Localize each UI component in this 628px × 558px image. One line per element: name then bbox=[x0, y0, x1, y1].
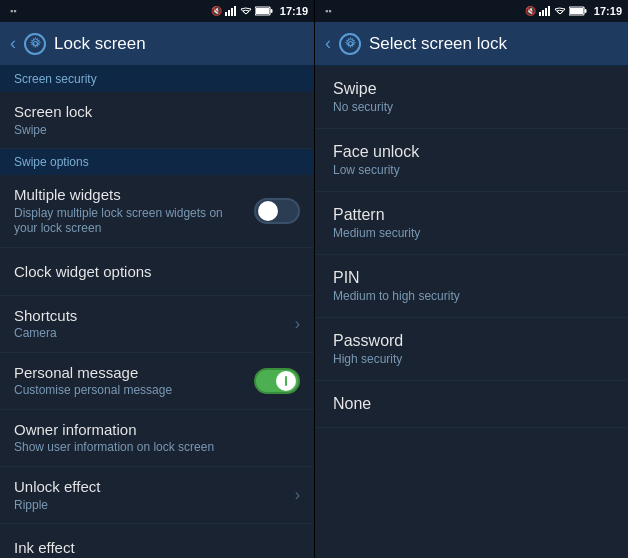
unlock-effect-title: Unlock effect bbox=[14, 477, 287, 497]
status-bar-right: ▪▪ 🔇 17:19 bbox=[315, 0, 628, 22]
svg-rect-6 bbox=[256, 8, 269, 14]
swipe-option[interactable]: Swipe No security bbox=[315, 66, 628, 129]
status-bar-left-icons: ▪▪ bbox=[6, 6, 211, 16]
clock-widget-item[interactable]: Clock widget options bbox=[0, 248, 314, 296]
pattern-option[interactable]: Pattern Medium security bbox=[315, 192, 628, 255]
shortcuts-item[interactable]: Shortcuts Camera › bbox=[0, 296, 314, 353]
password-title: Password bbox=[333, 332, 610, 350]
time-display-left: 17:19 bbox=[280, 5, 308, 17]
signal-icon-right bbox=[539, 6, 551, 16]
svg-rect-1 bbox=[228, 10, 230, 16]
multiple-widgets-subtitle: Display multiple lock screen widgets on … bbox=[14, 206, 246, 237]
unlock-effect-item[interactable]: Unlock effect Ripple › bbox=[0, 467, 314, 524]
status-icons-right: 🔇 17:19 bbox=[525, 5, 622, 17]
notification-icon: ▪▪ bbox=[10, 6, 16, 16]
settings-gear-icon-right bbox=[339, 33, 361, 55]
multiple-widgets-title: Multiple widgets bbox=[14, 185, 246, 205]
back-button-left[interactable]: ‹ bbox=[10, 33, 16, 54]
multiple-widgets-item[interactable]: Multiple widgets Display multiple lock s… bbox=[0, 175, 314, 248]
svg-rect-5 bbox=[270, 9, 272, 13]
wifi-icon bbox=[240, 6, 252, 16]
face-unlock-title: Face unlock bbox=[333, 143, 610, 161]
svg-rect-0 bbox=[225, 12, 227, 16]
right-header-title: Select screen lock bbox=[369, 34, 618, 54]
wifi-icon-right bbox=[554, 6, 566, 16]
owner-info-subtitle: Show user information on lock screen bbox=[14, 440, 300, 456]
password-option[interactable]: Password High security bbox=[315, 318, 628, 381]
left-content: Screen security Screen lock Swipe Swipe … bbox=[0, 66, 314, 558]
personal-message-toggle[interactable] bbox=[254, 368, 300, 394]
back-button-right[interactable]: ‹ bbox=[325, 33, 331, 54]
pattern-title: Pattern bbox=[333, 206, 610, 224]
time-display-right: 17:19 bbox=[594, 5, 622, 17]
battery-icon-right bbox=[569, 6, 587, 16]
swipe-option-subtitle: No security bbox=[333, 100, 610, 114]
unlock-effect-chevron: › bbox=[295, 486, 300, 504]
personal-message-item[interactable]: Personal message Customise personal mess… bbox=[0, 353, 314, 410]
shortcuts-title: Shortcuts bbox=[14, 306, 287, 326]
status-bar-left: ▪▪ 🔇 17:19 bbox=[0, 0, 314, 22]
left-header-title: Lock screen bbox=[54, 34, 304, 54]
svg-point-7 bbox=[33, 42, 37, 46]
status-icons: 🔇 17:19 bbox=[211, 5, 308, 17]
personal-message-title: Personal message bbox=[14, 363, 246, 383]
ink-effect-item[interactable]: Ink effect bbox=[0, 524, 314, 558]
owner-info-title: Owner information bbox=[14, 420, 300, 440]
unlock-effect-subtitle: Ripple bbox=[14, 498, 287, 514]
pattern-subtitle: Medium security bbox=[333, 226, 610, 240]
right-panel: ▪▪ 🔇 17:19 ‹ bbox=[314, 0, 628, 558]
mute-icon-right: 🔇 bbox=[525, 6, 536, 16]
owner-information-item[interactable]: Owner information Show user information … bbox=[0, 410, 314, 467]
none-option[interactable]: None bbox=[315, 381, 628, 428]
status-bar-right-icons: ▪▪ bbox=[321, 6, 525, 16]
pin-title: PIN bbox=[333, 269, 610, 287]
toggle-line bbox=[285, 376, 287, 386]
svg-rect-11 bbox=[548, 6, 550, 16]
svg-rect-14 bbox=[570, 8, 583, 14]
swipe-option-title: Swipe bbox=[333, 80, 610, 98]
password-subtitle: High security bbox=[333, 352, 610, 366]
svg-rect-2 bbox=[231, 8, 233, 16]
svg-point-15 bbox=[348, 42, 352, 46]
face-unlock-subtitle: Low security bbox=[333, 163, 610, 177]
svg-rect-3 bbox=[234, 6, 236, 16]
settings-gear-icon bbox=[24, 33, 46, 55]
toggle-knob-on bbox=[276, 371, 296, 391]
notification-icon-right: ▪▪ bbox=[325, 6, 331, 16]
screen-lock-title: Screen lock bbox=[14, 102, 300, 122]
screen-lock-subtitle: Swipe bbox=[14, 123, 300, 139]
face-unlock-option[interactable]: Face unlock Low security bbox=[315, 129, 628, 192]
swipe-options-section: Swipe options bbox=[0, 149, 314, 175]
toggle-knob bbox=[258, 201, 278, 221]
svg-rect-9 bbox=[542, 10, 544, 16]
svg-rect-13 bbox=[584, 9, 586, 13]
clock-widget-title: Clock widget options bbox=[14, 262, 300, 282]
left-header: ‹ Lock screen bbox=[0, 22, 314, 66]
screen-lock-item[interactable]: Screen lock Swipe bbox=[0, 92, 314, 149]
pin-subtitle: Medium to high security bbox=[333, 289, 610, 303]
multiple-widgets-toggle[interactable] bbox=[254, 198, 300, 224]
left-panel: ▪▪ 🔇 17:19 ‹ bbox=[0, 0, 314, 558]
shortcuts-chevron: › bbox=[295, 315, 300, 333]
none-title: None bbox=[333, 395, 610, 413]
battery-icon bbox=[255, 6, 273, 16]
svg-rect-8 bbox=[539, 12, 541, 16]
shortcuts-subtitle: Camera bbox=[14, 326, 287, 342]
pin-option[interactable]: PIN Medium to high security bbox=[315, 255, 628, 318]
svg-rect-10 bbox=[545, 8, 547, 16]
ink-effect-title: Ink effect bbox=[14, 538, 300, 558]
signal-icon bbox=[225, 6, 237, 16]
right-header: ‹ Select screen lock bbox=[315, 22, 628, 66]
screen-security-section: Screen security bbox=[0, 66, 314, 92]
personal-message-subtitle: Customise personal message bbox=[14, 383, 246, 399]
right-content: Swipe No security Face unlock Low securi… bbox=[315, 66, 628, 558]
mute-icon: 🔇 bbox=[211, 6, 222, 16]
